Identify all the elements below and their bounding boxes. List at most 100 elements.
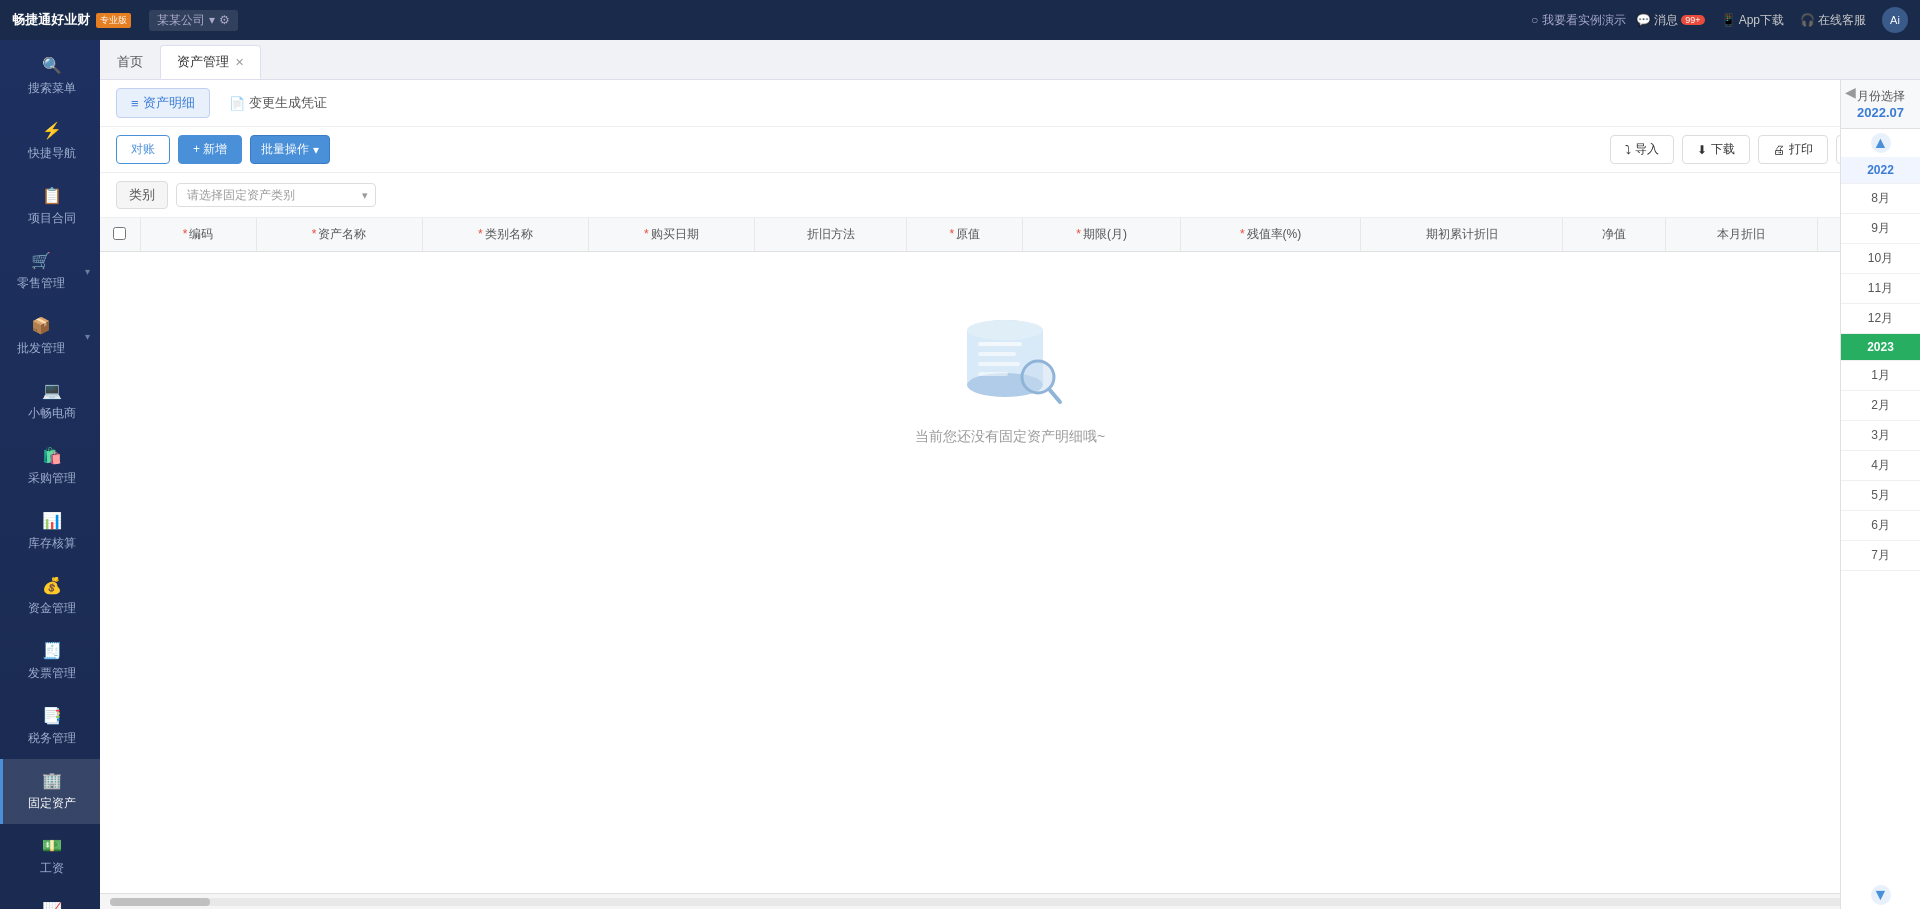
mobile-icon: 📱 — [1721, 13, 1736, 27]
month-item-aug[interactable]: 8月 — [1841, 184, 1920, 214]
wholesale-icon: 📦 — [31, 316, 51, 335]
scroll-thumb — [110, 898, 210, 906]
month-item-jan[interactable]: 1月 — [1841, 361, 1920, 391]
sidebar-item-fixed-assets[interactable]: 🏢 固定资产 — [0, 759, 100, 824]
purchase-icon: 🛍️ — [42, 446, 62, 465]
sidebar-item-retail[interactable]: 🛒 零售管理 ▾ — [0, 239, 100, 304]
user-avatar[interactable]: Ai — [1882, 7, 1908, 33]
print-button[interactable]: 🖨 打印 — [1758, 135, 1828, 164]
sidebar-label-salary: 工资 — [40, 860, 64, 877]
import-button[interactable]: ⤵ 导入 — [1610, 135, 1674, 164]
sidebar-label-purchase: 采购管理 — [28, 470, 76, 487]
tab-asset-mgmt[interactable]: 资产管理 ✕ — [160, 45, 261, 79]
sub-tab-asset-detail-label: 资产明细 — [143, 94, 195, 112]
month-item-mar[interactable]: 3月 — [1841, 421, 1920, 451]
import-label: 导入 — [1635, 141, 1659, 158]
empty-state: 当前您还没有固定资产明细哦~ — [100, 252, 1920, 506]
month-nav-bottom: ▼ — [1841, 881, 1920, 909]
header-period-months: *期限(月) — [1023, 218, 1181, 252]
sidebar-item-operations[interactable]: 📈 经营管理 — [0, 889, 100, 909]
header-depreciation-method: 折旧方法 — [754, 218, 906, 252]
header-code: *编码 — [140, 218, 256, 252]
empty-illustration — [950, 312, 1070, 412]
month-item-jun[interactable]: 6月 — [1841, 511, 1920, 541]
reconcile-button[interactable]: 对账 — [116, 135, 170, 164]
app-download-label: App下载 — [1739, 12, 1784, 29]
settings-icon[interactable]: ⚙ — [219, 13, 230, 27]
sidebar-label-ecommerce: 小畅电商 — [28, 405, 76, 422]
sidebar-item-project[interactable]: 📋 项目合同 — [0, 174, 100, 239]
bottom-scrollbar[interactable] — [100, 893, 1920, 909]
doc-icon: 📄 — [229, 96, 245, 111]
sidebar-item-ecommerce[interactable]: 💻 小畅电商 — [0, 369, 100, 434]
sidebar-item-wholesale[interactable]: 📦 批发管理 ▾ — [0, 304, 100, 369]
header-net-value: 净值 — [1563, 218, 1665, 252]
month-item-sep[interactable]: 9月 — [1841, 214, 1920, 244]
batch-button[interactable]: 批量操作 ▾ — [250, 135, 330, 164]
header-original-value: *原值 — [907, 218, 1023, 252]
sidebar-item-tax[interactable]: 📑 税务管理 — [0, 694, 100, 759]
sidebar-item-quick-nav[interactable]: ⚡ 快捷导航 — [0, 109, 100, 174]
download-button[interactable]: ⬇ 下载 — [1682, 135, 1750, 164]
sub-tab-change-voucher[interactable]: 📄 变更生成凭证 — [214, 88, 342, 118]
tabs-bar: 首页 资产管理 ✕ — [100, 40, 1920, 80]
online-service-button[interactable]: 🎧 在线客服 — [1800, 12, 1866, 29]
arrow-icon: ▾ — [85, 266, 90, 277]
toolbar: 对账 + 新增 批量操作 ▾ ⤵ 导入 ⬇ 下载 🖨 打印 — [100, 127, 1920, 173]
scroll-track — [110, 898, 1910, 906]
invoice-icon: 🧾 — [42, 641, 62, 660]
select-all-checkbox[interactable] — [113, 227, 126, 240]
avatar-initials: Ai — [1890, 14, 1900, 26]
message-button[interactable]: 💬 消息 99+ — [1636, 12, 1704, 29]
svg-rect-6 — [978, 362, 1020, 366]
sub-tab-asset-detail[interactable]: ≡ 资产明细 — [116, 88, 210, 118]
month-item-may[interactable]: 5月 — [1841, 481, 1920, 511]
sidebar-item-finance[interactable]: 💰 资金管理 — [0, 564, 100, 629]
month-item-nov[interactable]: 11月 — [1841, 274, 1920, 304]
month-item-apr[interactable]: 4月 — [1841, 451, 1920, 481]
sidebar-label-retail: 零售管理 — [17, 275, 65, 292]
tab-close-icon[interactable]: ✕ — [235, 56, 244, 69]
download-label: 下载 — [1711, 141, 1735, 158]
tab-asset-mgmt-label: 资产管理 — [177, 53, 229, 71]
header-residual-rate: *残值率(%) — [1181, 218, 1361, 252]
demo-text: 我要看实例演示 — [1542, 12, 1626, 29]
sidebar-item-inventory[interactable]: 📊 库存核算 — [0, 499, 100, 564]
demo-link[interactable]: ○ 我要看实例演示 — [1531, 12, 1626, 29]
month-panel-close-icon[interactable]: ◀ — [1845, 84, 1856, 100]
month-panel: ◀ 月份选择 2022.07 ▲ 2022 8月 9月 10月 11月 12月 — [1840, 80, 1920, 909]
month-item-oct[interactable]: 10月 — [1841, 244, 1920, 274]
batch-label: 批量操作 — [261, 141, 309, 158]
sidebar-item-purchase[interactable]: 🛍️ 采购管理 — [0, 434, 100, 499]
sidebar-label-tax: 税务管理 — [28, 730, 76, 747]
tab-home[interactable]: 首页 — [100, 45, 160, 79]
message-label: 消息 — [1654, 12, 1678, 29]
retail-icon: 🛒 — [31, 251, 51, 270]
company-selector[interactable]: 某某公司 ▾ ⚙ — [149, 10, 238, 31]
empty-text: 当前您还没有固定资产明细哦~ — [915, 428, 1105, 446]
empty-svg-illustration — [950, 312, 1070, 412]
tab-home-label: 首页 — [117, 53, 143, 71]
app-download-button[interactable]: 📱 App下载 — [1721, 12, 1784, 29]
month-item-feb[interactable]: 2月 — [1841, 391, 1920, 421]
sidebar-item-invoice[interactable]: 🧾 发票管理 — [0, 629, 100, 694]
sidebar-item-salary[interactable]: 💵 工资 — [0, 824, 100, 889]
header-monthly-depreciation: 本月折旧 — [1665, 218, 1817, 252]
message-badge: 99+ — [1681, 15, 1704, 25]
assets-table: *编码 *资产名称 *类别名称 *购买日期 折旧方法 *原值 *期限(月) *残… — [100, 218, 1920, 252]
search-icon: 🔍 — [42, 56, 62, 75]
project-icon: 📋 — [42, 186, 62, 205]
header-checkbox-col — [100, 218, 140, 252]
month-nav-down[interactable]: ▼ — [1871, 885, 1891, 905]
month-item-jul[interactable]: 7月 — [1841, 541, 1920, 571]
month-item-dec[interactable]: 12月 — [1841, 304, 1920, 334]
add-button[interactable]: + 新增 — [178, 135, 242, 164]
topbar: 畅捷通好业财 专业版 某某公司 ▾ ⚙ ○ 我要看实例演示 💬 消息 99+ 📱… — [0, 0, 1920, 40]
month-panel-current: 2022.07 — [1845, 105, 1916, 120]
month-list: 2022 8月 9月 10月 11月 12月 2023 1月 2月 3月 4月 … — [1841, 157, 1920, 881]
sidebar-label-search: 搜索菜单 — [28, 80, 76, 97]
month-nav-up[interactable]: ▲ — [1871, 133, 1891, 153]
category-select[interactable]: 请选择固定资产类别 — [176, 183, 376, 207]
app-name: 畅捷通好业财 — [12, 11, 90, 29]
sidebar-item-search[interactable]: 🔍 搜索菜单 — [0, 44, 100, 109]
